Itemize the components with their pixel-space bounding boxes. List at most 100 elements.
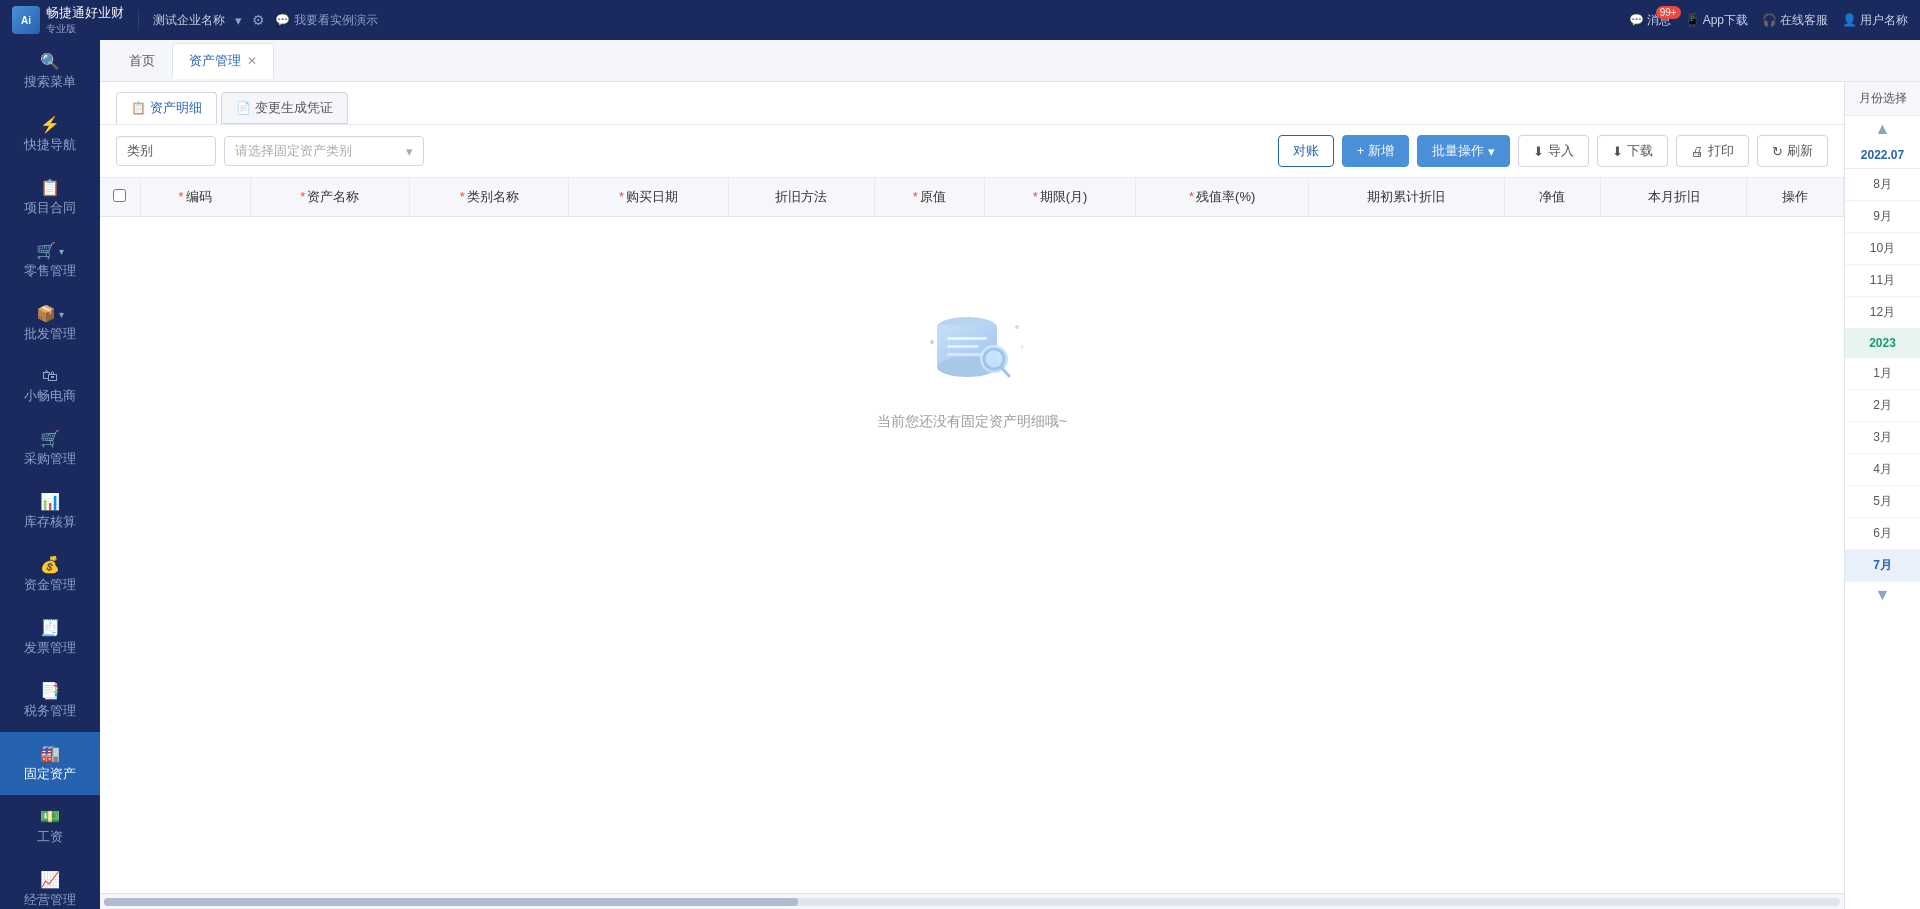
- sidebar-label-salary: 工资: [8, 828, 92, 846]
- month-6[interactable]: 6月: [1845, 518, 1920, 550]
- sidebar-label-purchase: 采购管理: [8, 450, 92, 468]
- sidebar-item-search[interactable]: 🔍 搜索菜单: [0, 40, 100, 103]
- month-10[interactable]: 10月: [1845, 233, 1920, 265]
- sidebar-item-fund[interactable]: 💰 资金管理: [0, 543, 100, 606]
- batch-arrow-icon: ▾: [59, 309, 64, 320]
- col-category: *类别名称: [410, 178, 569, 217]
- svg-point-11: [1020, 346, 1023, 349]
- sidebar-label-fund: 资金管理: [8, 576, 92, 594]
- phone-icon: 📱: [1685, 13, 1700, 27]
- brand-name: 畅捷通好业财: [46, 4, 124, 22]
- sidebar-item-invoice[interactable]: 🧾 发票管理: [0, 606, 100, 669]
- sidebar-item-stock[interactable]: 📊 库存核算: [0, 480, 100, 543]
- download-button[interactable]: ⬇ 下载: [1597, 135, 1668, 167]
- bottom-scrollbar[interactable]: [100, 893, 1844, 909]
- brand: Ai 畅捷通好业财 专业版: [12, 4, 124, 36]
- month-11[interactable]: 11月: [1845, 265, 1920, 297]
- separator: [138, 10, 139, 30]
- sidebar-item-retail[interactable]: 🛒 ▾ 零售管理: [0, 229, 100, 292]
- settings-icon[interactable]: ⚙: [252, 12, 265, 28]
- col-residual-rate: *残值率(%): [1136, 178, 1309, 217]
- month-7[interactable]: 7月: [1845, 550, 1920, 582]
- month-down-nav[interactable]: ▼: [1845, 582, 1920, 608]
- empty-state: 当前您还没有固定资产明细哦~: [100, 217, 1844, 511]
- refresh-icon: ↻: [1772, 144, 1783, 159]
- tab-assets[interactable]: 资产管理 ✕: [172, 43, 274, 79]
- month-up-nav[interactable]: ▲: [1845, 116, 1920, 142]
- tab-close-icon[interactable]: ✕: [247, 54, 257, 68]
- message-badge: 99+: [1656, 6, 1681, 19]
- scroll-track: [104, 898, 1840, 906]
- detail-icon: 📋: [131, 101, 146, 115]
- batch-icon: 📦: [36, 304, 56, 323]
- select-all-checkbox[interactable]: [113, 189, 126, 202]
- month-year-label[interactable]: 2022.07: [1845, 142, 1920, 169]
- sidebar-item-project[interactable]: 📋 项目合同: [0, 166, 100, 229]
- reconcile-button[interactable]: 对账: [1278, 135, 1334, 167]
- month-5[interactable]: 5月: [1845, 486, 1920, 518]
- sidebar-label-ecom: 小畅电商: [8, 387, 92, 405]
- import-button[interactable]: ⬇ 导入: [1518, 135, 1589, 167]
- service-btn[interactable]: 🎧 在线客服: [1762, 12, 1828, 29]
- user-menu[interactable]: 👤 用户名称: [1842, 12, 1908, 29]
- retail-arrow-icon: ▾: [59, 246, 64, 257]
- refresh-button[interactable]: ↻ 刷新: [1757, 135, 1828, 167]
- sidebar-item-batch[interactable]: 📦 ▾ 批发管理: [0, 292, 100, 355]
- sidebar-label-stock: 库存核算: [8, 513, 92, 531]
- retail-icon: 🛒: [36, 241, 56, 260]
- invoice-icon: 🧾: [8, 618, 92, 637]
- col-accumulated: 期初累计折旧: [1309, 178, 1504, 217]
- month-panel: 月份选择 ▲ 2022.07 8月 9月 10月 11月 12月 2023 1月…: [1844, 82, 1920, 909]
- demo-link[interactable]: 💬 我要看实例演示: [275, 12, 378, 29]
- month-4[interactable]: 4月: [1845, 454, 1920, 486]
- sidebar-item-purchase[interactable]: 🛒 采购管理: [0, 417, 100, 480]
- col-depreciation: 折旧方法: [728, 178, 874, 217]
- search-icon: 🔍: [8, 52, 92, 71]
- demo-icon: 💬: [275, 13, 290, 27]
- sidebar-item-quicknav[interactable]: ⚡ 快捷导航: [0, 103, 100, 166]
- app-download-btn[interactable]: 📱 App下载: [1685, 12, 1748, 29]
- svg-rect-3: [947, 337, 987, 340]
- month-8[interactable]: 8月: [1845, 169, 1920, 201]
- company-dropdown[interactable]: ▾: [235, 13, 242, 28]
- batch-button[interactable]: 批量操作 ▾: [1417, 135, 1510, 167]
- sidebar-item-assets[interactable]: 🏭 固定资产: [0, 732, 100, 795]
- col-checkbox: [100, 178, 140, 217]
- col-name: *资产名称: [250, 178, 409, 217]
- topbar: Ai 畅捷通好业财 专业版 测试企业名称 ▾ ⚙ 💬 我要看实例演示 💬 消息 …: [0, 0, 1920, 40]
- month-2[interactable]: 2月: [1845, 390, 1920, 422]
- col-original-value: *原值: [874, 178, 984, 217]
- sidebar-item-salary[interactable]: 💵 工资: [0, 795, 100, 858]
- col-buy-date: *购买日期: [569, 178, 728, 217]
- month-12[interactable]: 12月: [1845, 297, 1920, 329]
- add-button[interactable]: + 新增: [1342, 135, 1409, 167]
- company-name[interactable]: 测试企业名称: [153, 12, 225, 29]
- inner-content: 📋 资产明细 📄 变更生成凭证 类别 请选择固定资产类别 ▾: [100, 82, 1920, 909]
- month-9[interactable]: 9月: [1845, 201, 1920, 233]
- message-icon: 💬: [1629, 13, 1644, 27]
- sidebar-item-tax[interactable]: 📑 税务管理: [0, 669, 100, 732]
- subtab-detail[interactable]: 📋 资产明细: [116, 92, 217, 124]
- print-button[interactable]: 🖨 打印: [1676, 135, 1749, 167]
- main-layout: 🔍 搜索菜单 ⚡ 快捷导航 📋 项目合同 🛒 ▾ 零售管理 📦 ▾ 批发管理: [0, 40, 1920, 909]
- ops-icon: 📈: [8, 870, 92, 889]
- purchase-icon: 🛒: [8, 429, 92, 448]
- download-icon: ⬇: [1612, 144, 1623, 159]
- sidebar-item-ecom[interactable]: 🛍 小畅电商: [0, 355, 100, 417]
- subtab-voucher[interactable]: 📄 变更生成凭证: [221, 92, 348, 124]
- category-select[interactable]: 类别: [116, 136, 216, 166]
- sidebar-label-batch: 批发管理: [8, 325, 92, 343]
- col-monthly-depr: 本月折旧: [1601, 178, 1747, 217]
- category-input[interactable]: 请选择固定资产类别 ▾: [224, 136, 424, 166]
- col-net-value: 净值: [1504, 178, 1601, 217]
- message-btn[interactable]: 💬 消息 99+: [1629, 12, 1671, 29]
- month-1[interactable]: 1月: [1845, 358, 1920, 390]
- assets-icon: 🏭: [8, 744, 92, 763]
- import-icon: ⬇: [1533, 144, 1544, 159]
- tab-home[interactable]: 首页: [112, 43, 172, 79]
- sidebar-item-ops[interactable]: 📈 经营管理: [0, 858, 100, 909]
- toolbar-right: 对账 + 新增 批量操作 ▾ ⬇ 导入 ⬇ 下载: [1278, 135, 1828, 167]
- sidebar-label-tax: 税务管理: [8, 702, 92, 720]
- assets-table: *编码 *资产名称 *类别名称 *购买日期 折旧方法 *原值 *期限(月) *残…: [100, 178, 1844, 511]
- month-3[interactable]: 3月: [1845, 422, 1920, 454]
